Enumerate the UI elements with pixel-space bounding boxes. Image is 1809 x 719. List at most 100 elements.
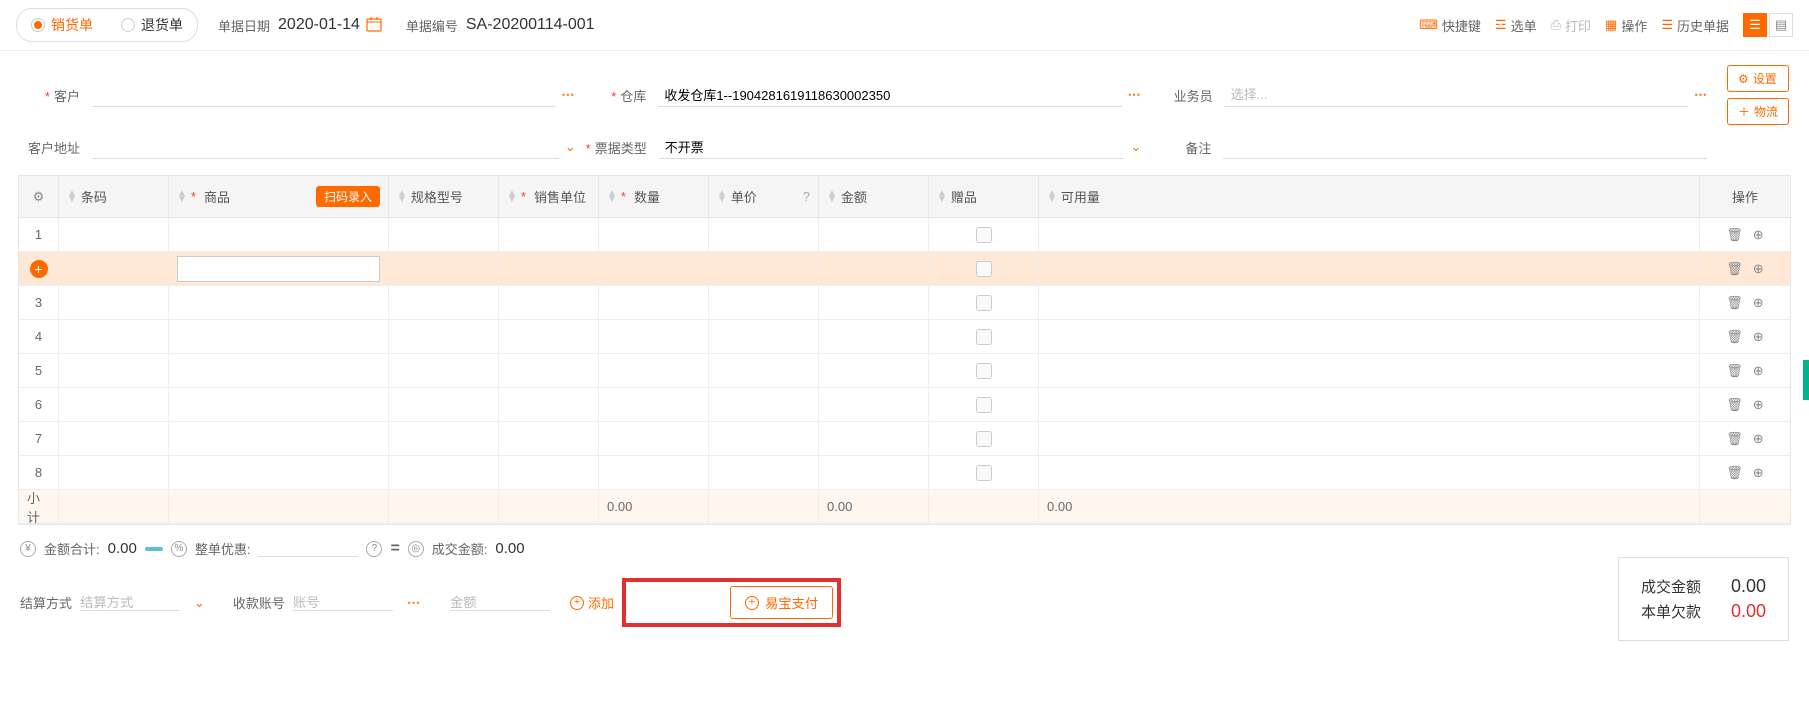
amount-cell[interactable] (819, 286, 929, 319)
gift-checkbox[interactable] (976, 295, 992, 311)
gift-checkbox[interactable] (976, 329, 992, 345)
unit-cell[interactable] (499, 320, 599, 353)
settings-button[interactable]: ⚙设置 (1727, 65, 1789, 92)
add-icon[interactable]: ⊕ (1753, 431, 1764, 447)
chevron-down-icon[interactable]: ⌄ (194, 595, 205, 611)
view-compact-button[interactable]: ☰ (1743, 13, 1767, 37)
add-icon[interactable]: ⊕ (1753, 329, 1764, 345)
product-cell-input[interactable] (177, 256, 380, 282)
account-input[interactable] (293, 595, 393, 611)
spec-cell[interactable] (389, 286, 499, 319)
add-icon[interactable]: ⊕ (1753, 363, 1764, 379)
col-barcode[interactable]: ▲▼条码 (59, 176, 169, 217)
help-icon[interactable]: ? (803, 189, 810, 204)
amount-cell[interactable] (819, 456, 929, 489)
col-qty[interactable]: ▲▼*数量 (599, 176, 709, 217)
unit-cell[interactable] (499, 354, 599, 387)
barcode-cell[interactable] (59, 320, 169, 353)
delete-icon[interactable]: 🗑 (1726, 431, 1743, 447)
table-row[interactable]: 7🗑⊕ (19, 422, 1790, 456)
amount-cell[interactable] (819, 320, 929, 353)
col-avail[interactable]: ▲▼可用量 (1039, 176, 1700, 217)
gift-checkbox[interactable] (976, 431, 992, 447)
product-cell[interactable] (169, 388, 389, 421)
product-cell[interactable] (169, 456, 389, 489)
amount-input[interactable] (450, 595, 550, 611)
table-row[interactable]: + 🗑 ⊕ (19, 252, 1790, 286)
more-icon[interactable]: ⋯ (1694, 87, 1709, 103)
gift-checkbox[interactable] (976, 363, 992, 379)
more-icon[interactable]: ⋯ (561, 87, 576, 103)
spec-cell[interactable] (389, 252, 499, 285)
print-button[interactable]: ⎙打印 (1551, 16, 1591, 35)
barcode-cell[interactable] (59, 422, 169, 455)
ops-button[interactable]: ▦操作 (1605, 16, 1647, 35)
col-gift[interactable]: ▲▼赠品 (929, 176, 1039, 217)
tab-sales[interactable]: 销货单 (17, 9, 107, 41)
barcode-cell[interactable] (59, 286, 169, 319)
unit-cell[interactable] (499, 456, 599, 489)
price-cell[interactable] (709, 388, 819, 421)
salesman-input[interactable] (1225, 83, 1688, 107)
spec-cell[interactable] (389, 422, 499, 455)
add-icon[interactable]: ⊕ (1753, 261, 1764, 277)
yeepay-button[interactable]: + 易宝支付 (730, 586, 833, 619)
price-cell[interactable] (709, 422, 819, 455)
qty-cell[interactable] (599, 456, 709, 489)
qty-cell[interactable] (599, 388, 709, 421)
date-value[interactable]: 2020-01-14 (278, 16, 360, 34)
unit-cell[interactable] (499, 388, 599, 421)
pick-button[interactable]: ☲选单 (1495, 16, 1537, 35)
qty-cell[interactable] (599, 286, 709, 319)
product-cell[interactable] (169, 320, 389, 353)
billtype-input[interactable] (659, 135, 1125, 159)
delete-icon[interactable]: 🗑 (1726, 261, 1743, 277)
barcode-cell[interactable] (59, 218, 169, 251)
price-cell[interactable] (709, 354, 819, 387)
side-handle[interactable] (1803, 360, 1809, 400)
col-amount[interactable]: ▲▼金额 (819, 176, 929, 217)
amount-cell[interactable] (819, 252, 929, 285)
remark-input[interactable] (1223, 135, 1707, 159)
price-cell[interactable] (709, 252, 819, 285)
price-cell[interactable] (709, 218, 819, 251)
spec-cell[interactable] (389, 388, 499, 421)
unit-cell[interactable] (499, 252, 599, 285)
unit-cell[interactable] (499, 286, 599, 319)
more-icon[interactable]: ⋯ (407, 595, 422, 611)
address-input[interactable] (92, 135, 559, 159)
product-cell[interactable] (169, 354, 389, 387)
delete-icon[interactable]: 🗑 (1726, 295, 1743, 311)
price-cell[interactable] (709, 286, 819, 319)
col-product[interactable]: ▲▼*商品扫码录入 (169, 176, 389, 217)
table-row[interactable]: 6🗑⊕ (19, 388, 1790, 422)
barcode-cell[interactable] (59, 388, 169, 421)
amount-cell[interactable] (819, 388, 929, 421)
add-row-button[interactable]: + (19, 252, 59, 285)
barcode-cell[interactable] (59, 252, 169, 285)
customer-input[interactable] (92, 83, 555, 107)
tab-return[interactable]: 退货单 (107, 9, 197, 41)
unit-cell[interactable] (499, 422, 599, 455)
product-cell[interactable] (169, 422, 389, 455)
gift-checkbox[interactable] (976, 465, 992, 481)
gift-checkbox[interactable] (976, 261, 992, 277)
spec-cell[interactable] (389, 320, 499, 353)
history-button[interactable]: ☰历史单据 (1661, 16, 1729, 35)
chevron-down-icon[interactable]: ⌄ (1130, 139, 1141, 155)
table-row[interactable]: 3🗑⊕ (19, 286, 1790, 320)
product-cell[interactable] (169, 218, 389, 251)
delete-icon[interactable]: 🗑 (1726, 363, 1743, 379)
calendar-icon[interactable] (366, 16, 382, 35)
add-icon[interactable]: ⊕ (1753, 465, 1764, 481)
table-row[interactable]: 4🗑⊕ (19, 320, 1790, 354)
unit-cell[interactable] (499, 218, 599, 251)
more-icon[interactable]: ⋯ (1128, 87, 1143, 103)
add-icon[interactable]: ⊕ (1753, 397, 1764, 413)
product-cell[interactable] (169, 286, 389, 319)
delete-icon[interactable]: 🗑 (1726, 397, 1743, 413)
logistics-button[interactable]: ＋物流 (1727, 98, 1789, 125)
spec-cell[interactable] (389, 456, 499, 489)
method-input[interactable] (80, 595, 180, 611)
qty-cell[interactable] (599, 354, 709, 387)
